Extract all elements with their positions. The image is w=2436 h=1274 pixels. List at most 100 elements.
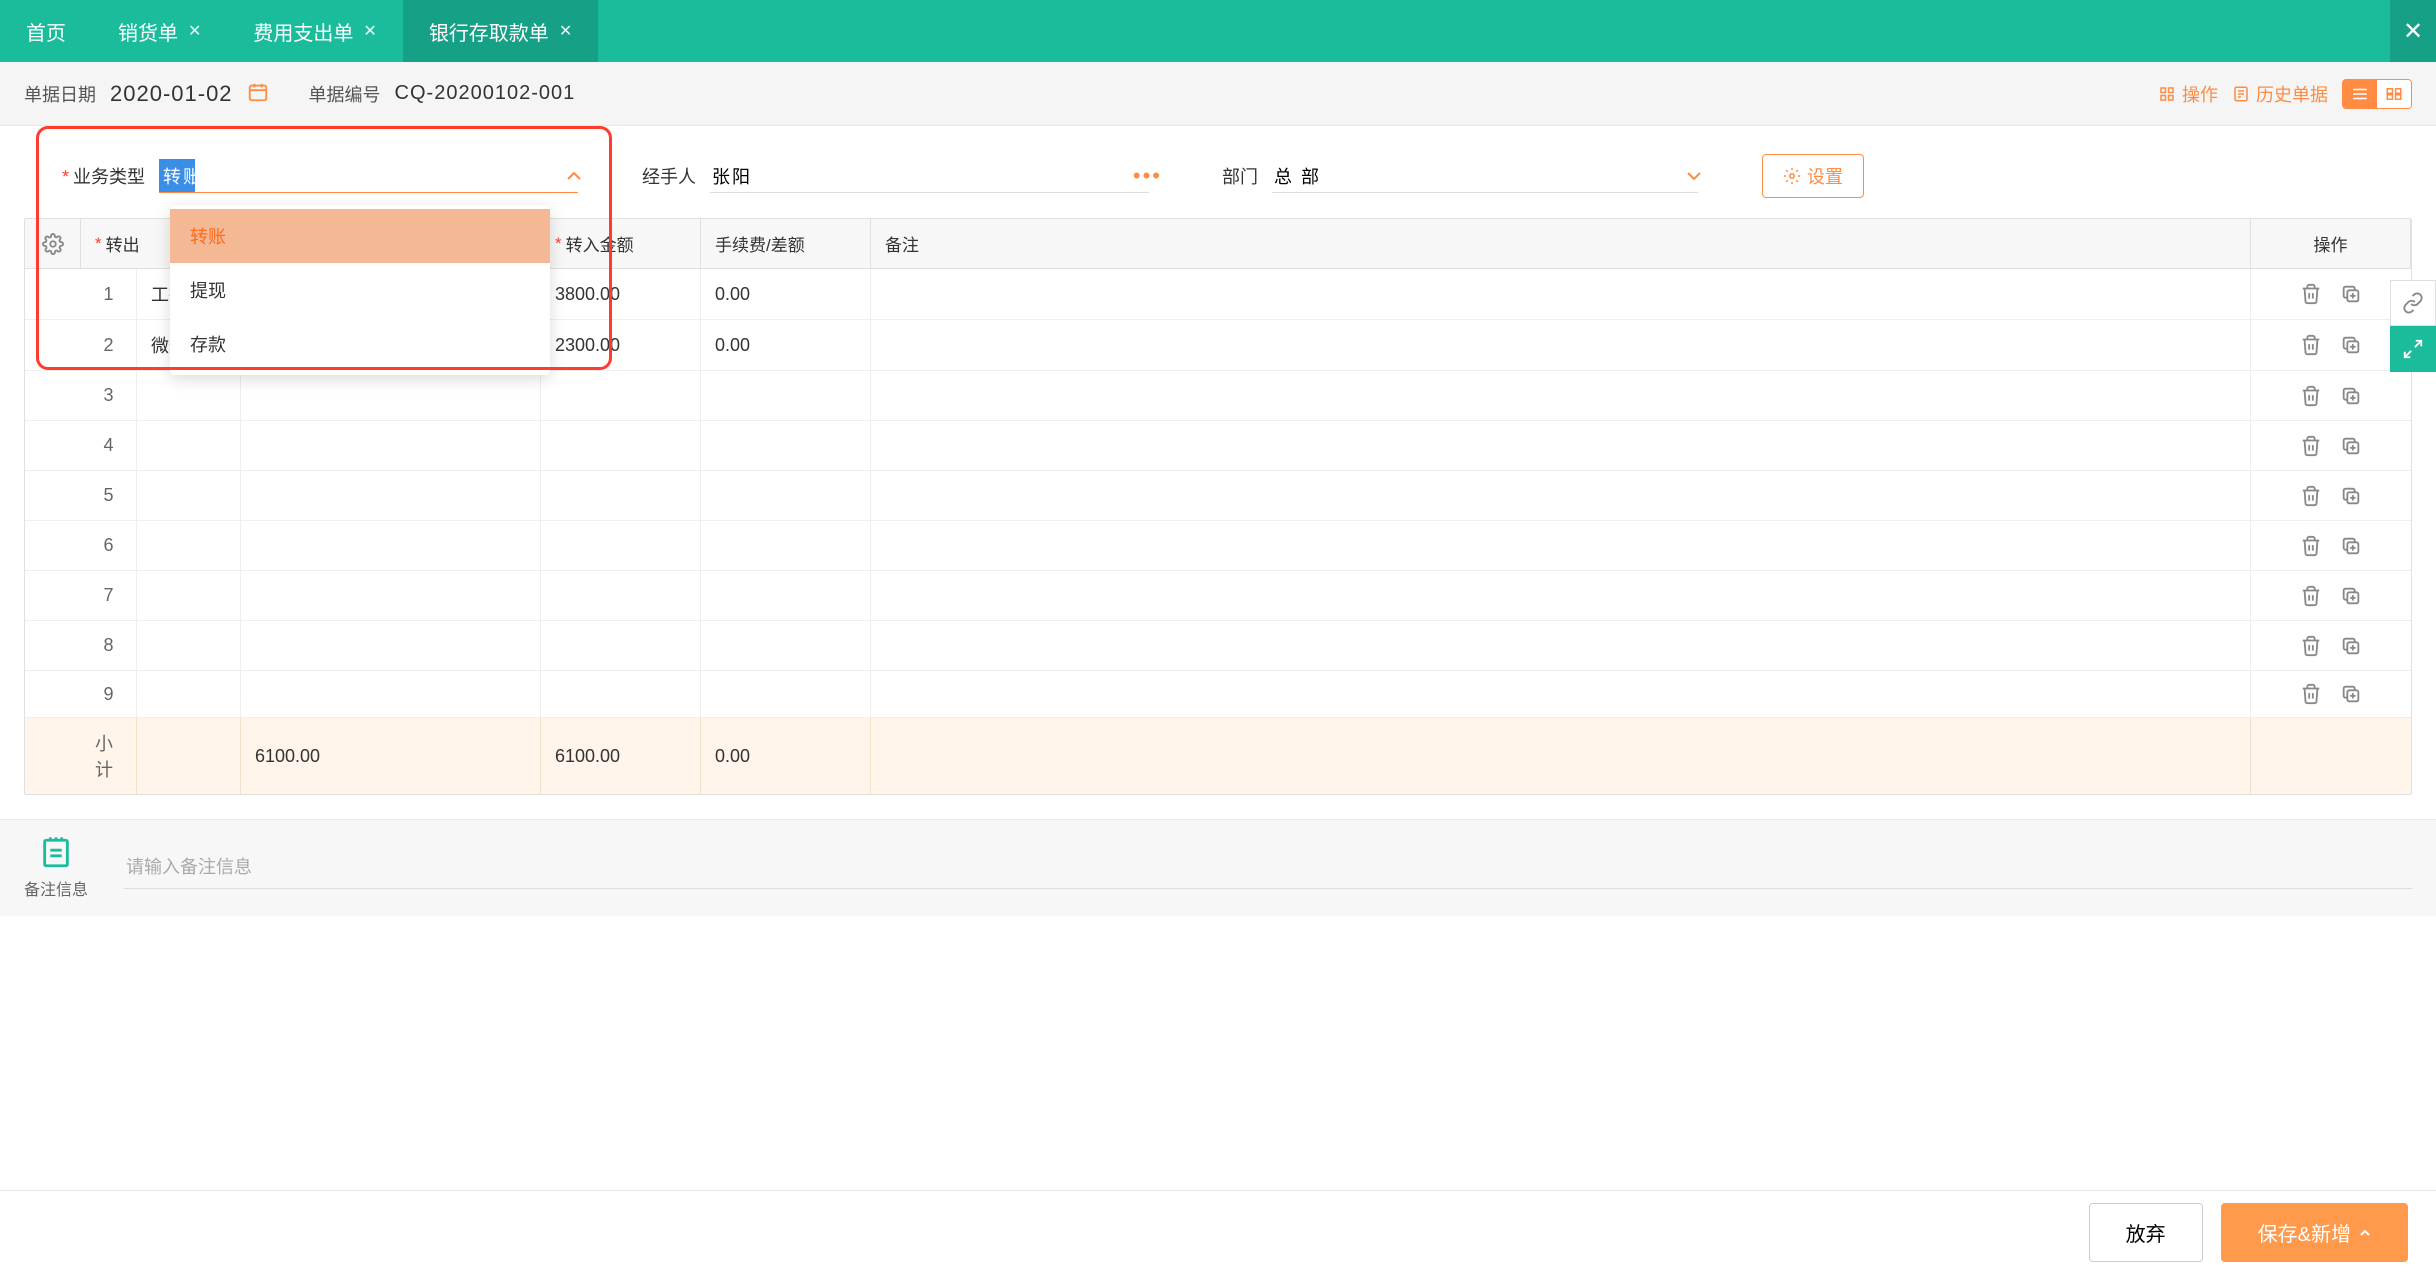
remarks-icon: 备注信息 xyxy=(24,836,88,900)
cell-in-amount[interactable] xyxy=(541,621,701,670)
view-toggle[interactable] xyxy=(2342,79,2412,109)
cell-remark[interactable] xyxy=(871,371,2251,420)
delete-row-icon[interactable] xyxy=(2300,283,2322,305)
duplicate-row-icon[interactable] xyxy=(2340,334,2362,356)
cell-in-amount[interactable] xyxy=(541,471,701,520)
settings-button[interactable]: 设置 xyxy=(1762,154,1864,198)
cell-fee[interactable] xyxy=(701,571,871,620)
cell-out-account[interactable] xyxy=(137,671,241,717)
cell-in-amount[interactable] xyxy=(541,421,701,470)
chevron-up-icon[interactable] xyxy=(566,171,582,181)
tab-sales-order[interactable]: 销货单✕ xyxy=(92,0,227,62)
duplicate-row-icon[interactable] xyxy=(2340,535,2362,557)
table-row[interactable]: 4 xyxy=(25,421,2411,471)
dropdown-option-withdraw[interactable]: 提现 xyxy=(170,263,550,317)
operations-button[interactable]: 操作 xyxy=(2158,81,2218,107)
handler-input[interactable] xyxy=(710,159,1149,193)
duplicate-row-icon[interactable] xyxy=(2340,385,2362,407)
cell-fee[interactable] xyxy=(701,521,871,570)
delete-row-icon[interactable] xyxy=(2300,535,2322,557)
column-config-header[interactable] xyxy=(25,219,81,268)
duplicate-row-icon[interactable] xyxy=(2340,435,2362,457)
cell-hidden[interactable] xyxy=(241,671,541,717)
delete-row-icon[interactable] xyxy=(2300,435,2322,457)
dept-input[interactable] xyxy=(1272,159,1698,193)
list-view-icon[interactable] xyxy=(2343,80,2377,108)
cell-out-account[interactable] xyxy=(137,421,241,470)
cell-hidden[interactable] xyxy=(241,371,541,420)
discard-button[interactable]: 放弃 xyxy=(2089,1203,2203,1262)
cell-remark[interactable] xyxy=(871,471,2251,520)
cell-fee[interactable] xyxy=(701,621,871,670)
duplicate-row-icon[interactable] xyxy=(2340,485,2362,507)
cell-fee[interactable]: 0.00 xyxy=(701,269,871,319)
delete-row-icon[interactable] xyxy=(2300,683,2322,705)
remarks-input[interactable] xyxy=(124,847,2412,889)
table-row[interactable]: 6 xyxy=(25,521,2411,571)
biz-type-input[interactable] xyxy=(159,159,578,193)
cell-in-amount[interactable] xyxy=(541,371,701,420)
cell-hidden[interactable] xyxy=(241,571,541,620)
history-button[interactable]: 历史单据 xyxy=(2232,81,2328,107)
close-icon[interactable]: ✕ xyxy=(363,21,376,41)
tab-bank-transfer[interactable]: 银行存取款单✕ xyxy=(403,0,598,62)
cell-in-amount[interactable] xyxy=(541,671,701,717)
table-row[interactable]: 9 xyxy=(25,671,2411,718)
close-panel-button[interactable]: ✕ xyxy=(2390,0,2436,62)
cell-fee[interactable] xyxy=(701,421,871,470)
cell-in-amount[interactable]: 2300.00 xyxy=(541,320,701,370)
cell-in-amount[interactable] xyxy=(541,571,701,620)
dropdown-option-deposit[interactable]: 存款 xyxy=(170,317,550,371)
cell-fee[interactable] xyxy=(701,371,871,420)
cell-in-amount[interactable] xyxy=(541,521,701,570)
chevron-down-icon[interactable] xyxy=(1686,171,1702,181)
cell-hidden[interactable] xyxy=(241,521,541,570)
cell-in-amount[interactable]: 3800.00 xyxy=(541,269,701,319)
more-icon[interactable]: ••• xyxy=(1133,163,1162,189)
duplicate-row-icon[interactable] xyxy=(2340,683,2362,705)
cell-fee[interactable] xyxy=(701,471,871,520)
date-value[interactable]: 2020-01-02 xyxy=(110,81,233,107)
table-row[interactable]: 7 xyxy=(25,571,2411,621)
duplicate-row-icon[interactable] xyxy=(2340,585,2362,607)
cell-remark[interactable] xyxy=(871,671,2251,717)
cell-out-account[interactable] xyxy=(137,621,241,670)
cell-out-account[interactable] xyxy=(137,521,241,570)
table-row[interactable]: 8 xyxy=(25,621,2411,671)
tab-home[interactable]: 首页 xyxy=(0,0,92,62)
cell-remark[interactable] xyxy=(871,521,2251,570)
cell-hidden[interactable] xyxy=(241,621,541,670)
cell-out-account[interactable] xyxy=(137,471,241,520)
calendar-icon[interactable] xyxy=(247,81,269,106)
delete-row-icon[interactable] xyxy=(2300,585,2322,607)
save-add-button[interactable]: 保存&新增 xyxy=(2221,1203,2408,1262)
tab-expense[interactable]: 费用支出单✕ xyxy=(227,0,402,62)
cell-remark[interactable] xyxy=(871,621,2251,670)
close-icon[interactable]: ✕ xyxy=(188,21,201,41)
close-icon[interactable]: ✕ xyxy=(559,21,572,41)
cell-remark[interactable] xyxy=(871,571,2251,620)
cell-out-account[interactable] xyxy=(137,371,241,420)
dropdown-option-transfer[interactable]: 转账 xyxy=(170,209,550,263)
cell-fee[interactable]: 0.00 xyxy=(701,320,871,370)
cell-out-account[interactable] xyxy=(137,571,241,620)
duplicate-row-icon[interactable] xyxy=(2340,283,2362,305)
link-icon[interactable] xyxy=(2390,280,2436,326)
cell-remark[interactable] xyxy=(871,269,2251,319)
cell-remark[interactable] xyxy=(871,320,2251,370)
cell-hidden[interactable] xyxy=(241,421,541,470)
grid-view-icon[interactable] xyxy=(2377,80,2411,108)
col-fee: 手续费/差额 xyxy=(701,219,871,268)
delete-row-icon[interactable] xyxy=(2300,385,2322,407)
cell-fee[interactable] xyxy=(701,671,871,717)
table-row[interactable]: 3 xyxy=(25,371,2411,421)
table-row[interactable]: 5 xyxy=(25,471,2411,521)
cell-remark[interactable] xyxy=(871,421,2251,470)
duplicate-row-icon[interactable] xyxy=(2340,635,2362,657)
expand-icon[interactable] xyxy=(2390,326,2436,372)
cell-hidden[interactable] xyxy=(241,471,541,520)
delete-row-icon[interactable] xyxy=(2300,485,2322,507)
delete-row-icon[interactable] xyxy=(2300,635,2322,657)
biz-type-field: *业务类型 转账 提现 存款 xyxy=(62,159,582,193)
delete-row-icon[interactable] xyxy=(2300,334,2322,356)
